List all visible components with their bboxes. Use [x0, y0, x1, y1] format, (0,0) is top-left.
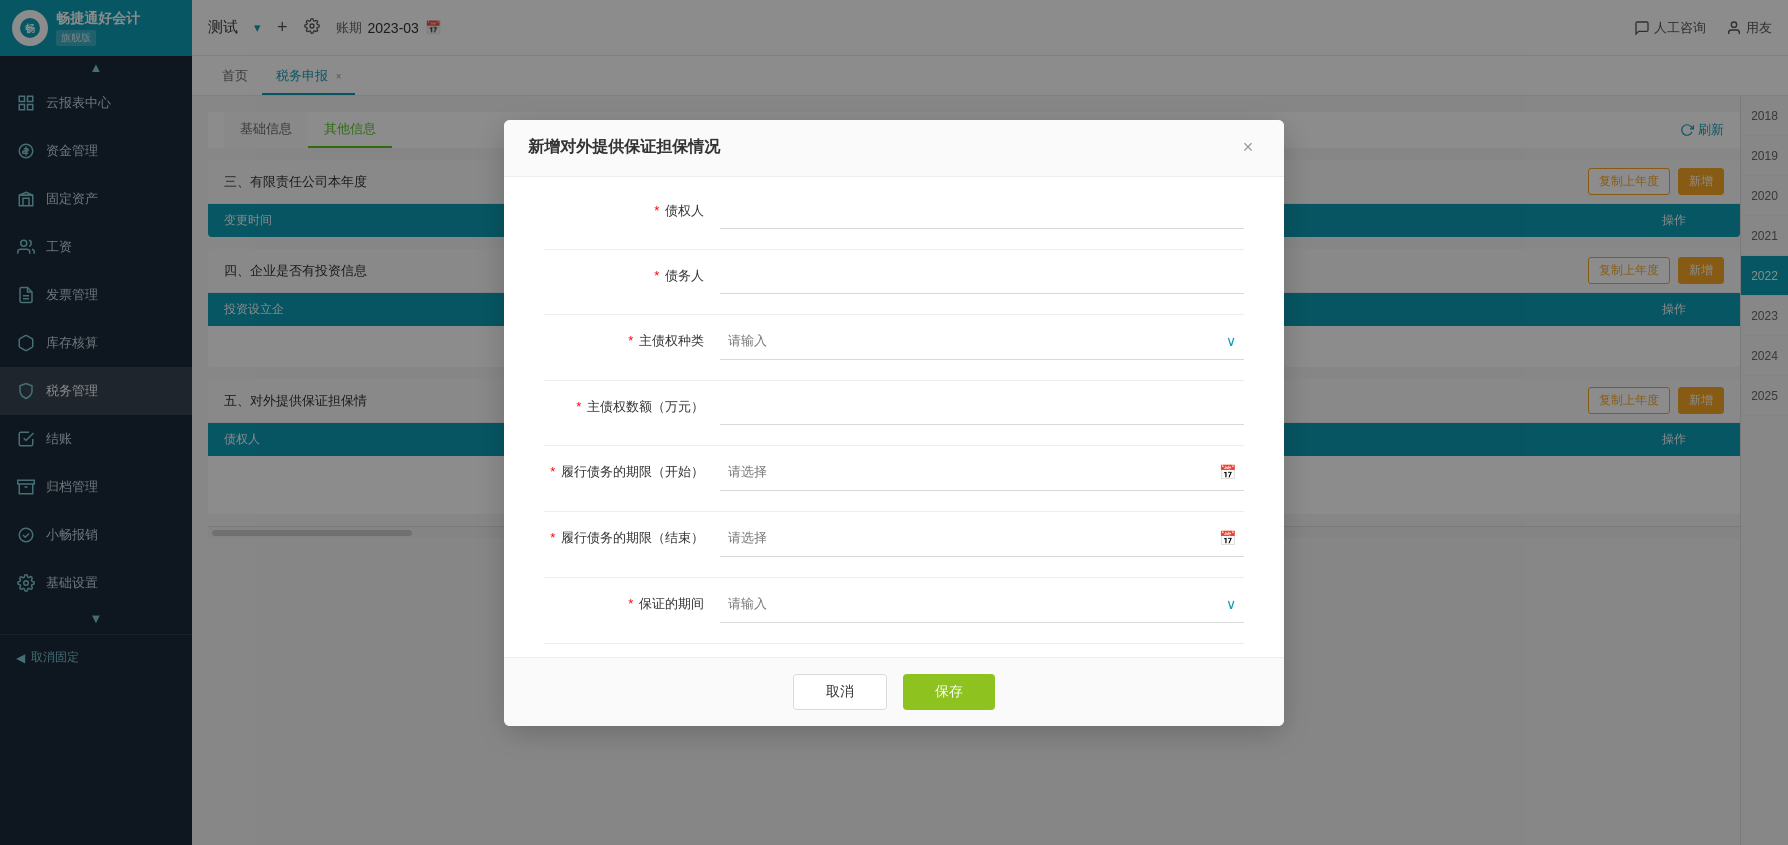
guarantee-method-input[interactable] [720, 652, 1218, 657]
claim-type-select-wrap: ∨ [720, 323, 1244, 360]
form-row-guarantee-period: * 保证的期间 ∨ [544, 586, 1244, 623]
form-row-debtor: * 债务人 [544, 258, 1244, 294]
form-row-start-date: * 履行债务的期限（开始） 📅 [544, 454, 1244, 491]
guarantee-method-wrap: ∨ [720, 652, 1244, 657]
claim-amount-input[interactable] [720, 389, 1244, 425]
claim-type-dropdown-icon[interactable]: ∨ [1218, 333, 1244, 349]
guarantee-period-input[interactable] [720, 586, 1218, 622]
save-button[interactable]: 保存 [903, 674, 995, 710]
modal-header: 新增对外提供保证担保情况 × [504, 120, 1284, 177]
debtor-input[interactable] [720, 258, 1244, 294]
cancel-button[interactable]: 取消 [793, 674, 887, 710]
end-date-calendar-icon[interactable]: 📅 [1211, 530, 1244, 546]
modal-close-button[interactable]: × [1236, 136, 1260, 160]
form-row-claim-amount: * 主债权数额（万元） [544, 389, 1244, 425]
modal-dialog: 新增对外提供保证担保情况 × * 债权人 * 债务人 [504, 120, 1284, 726]
start-date-input[interactable] [720, 454, 1211, 490]
guarantee-period-wrap: ∨ [720, 586, 1244, 623]
creditor-input[interactable] [720, 193, 1244, 229]
end-date-wrap: 📅 [720, 520, 1244, 557]
form-row-claim-type: * 主债权种类 ∨ [544, 323, 1244, 360]
modal-title: 新增对外提供保证担保情况 [528, 137, 720, 158]
modal-body: * 债权人 * 债务人 * 主债权种类 [504, 177, 1284, 657]
start-date-wrap: 📅 [720, 454, 1244, 491]
form-row-end-date: * 履行债务的期限（结束） 📅 [544, 520, 1244, 557]
guarantee-period-dropdown-icon[interactable]: ∨ [1218, 596, 1244, 612]
modal-footer: 取消 保存 [504, 657, 1284, 726]
form-row-creditor: * 债权人 [544, 193, 1244, 229]
end-date-input[interactable] [720, 520, 1211, 556]
start-date-calendar-icon[interactable]: 📅 [1211, 464, 1244, 480]
claim-type-input[interactable] [720, 323, 1218, 359]
modal-overlay: 新增对外提供保证担保情况 × * 债权人 * 债务人 [0, 0, 1788, 845]
